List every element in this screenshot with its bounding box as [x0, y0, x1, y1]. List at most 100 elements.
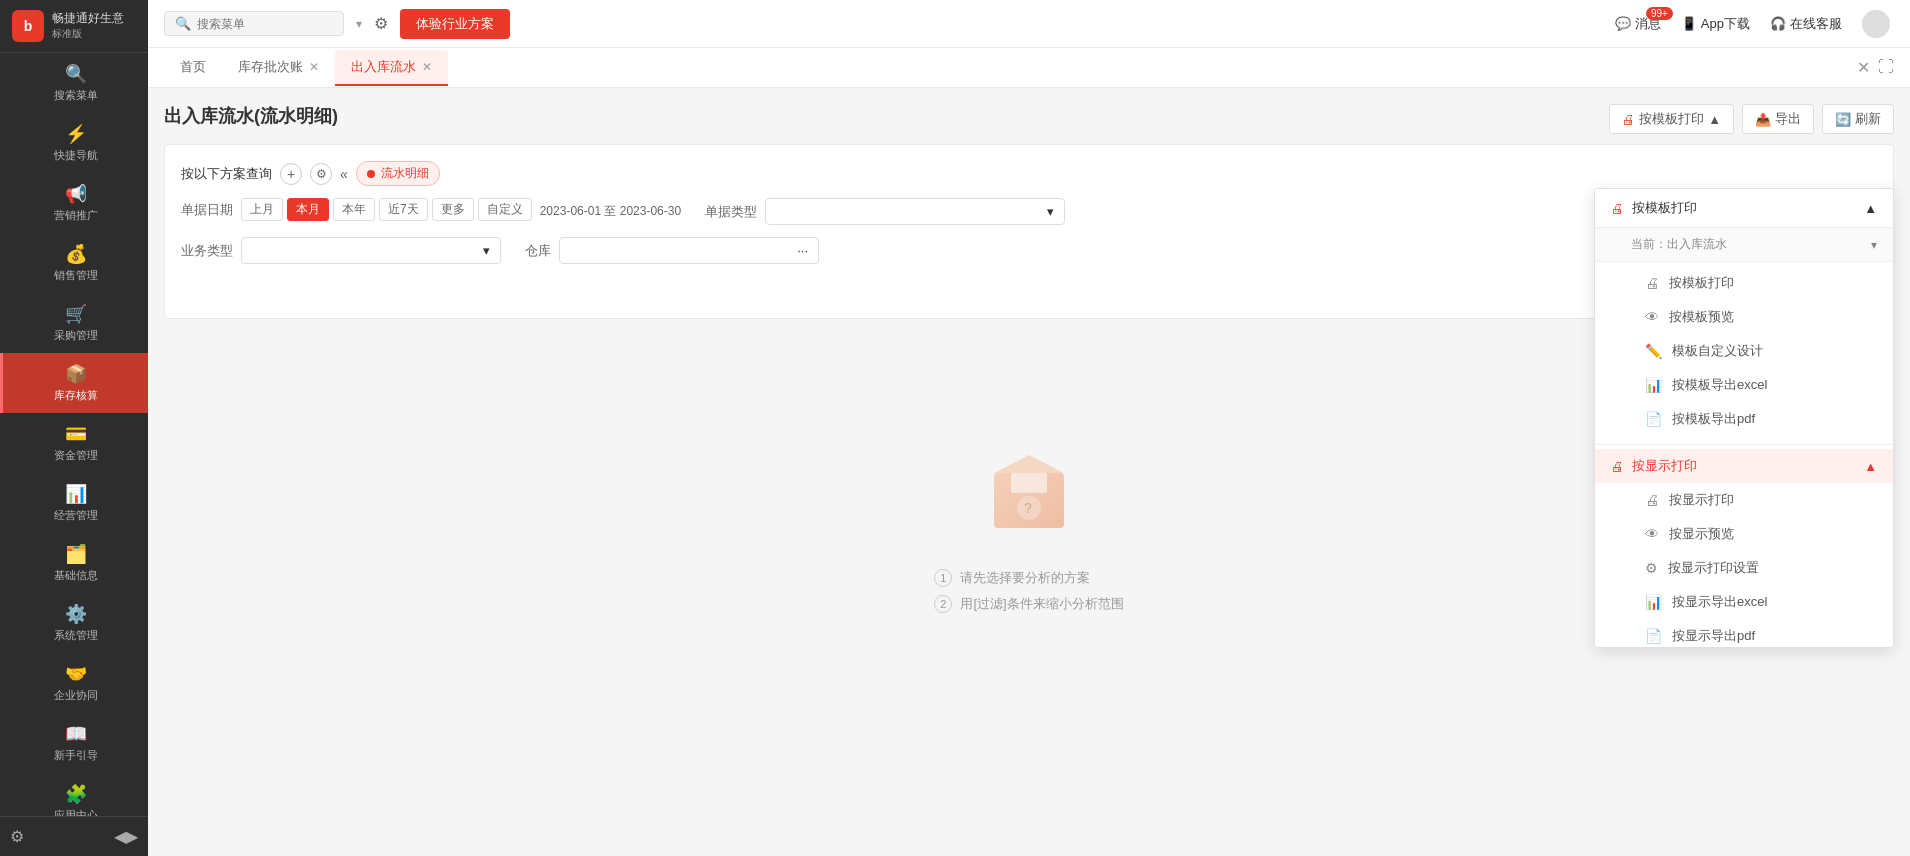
dropdown-item-template-export-excel[interactable]: 📊 按模板导出excel — [1595, 368, 1893, 402]
dropdown-item-label: 按模板打印 — [1669, 274, 1734, 292]
search-icon: 🔍 — [65, 63, 87, 85]
date-btn-more[interactable]: 更多 — [432, 198, 474, 221]
sidebar-item-purchase[interactable]: 🛒 采购管理 — [0, 293, 148, 353]
dropdown-item-display-export-excel[interactable]: 📊 按显示导出excel — [1595, 585, 1893, 619]
sidebar-item-operations[interactable]: 📊 经营管理 — [0, 473, 148, 533]
sidebar-item-search[interactable]: 🔍 搜索菜单 — [0, 53, 148, 113]
tip-text-2: 用[过滤]条件来缩小分析范围 — [960, 595, 1123, 613]
sidebar-item-apps[interactable]: 🧩 应用中心 — [0, 773, 148, 816]
dropdown-item-display-export-pdf[interactable]: 📄 按显示导出pdf — [1595, 619, 1893, 648]
dropdown-display-section-header[interactable]: 🖨 按显示打印 ▲ — [1595, 449, 1893, 483]
empty-tip-2: 2 用[过滤]条件来缩小分析范围 — [934, 595, 1123, 613]
search-input[interactable] — [197, 17, 317, 31]
date-filter-label: 单据日期 — [181, 201, 233, 219]
document-type-select[interactable]: ▾ — [765, 198, 1065, 225]
sidebar-item-basic[interactable]: 🗂️ 基础信息 — [0, 533, 148, 593]
tab-home[interactable]: 首页 — [164, 50, 222, 86]
dropdown-item-label: 按显示预览 — [1669, 525, 1734, 543]
tab-stock-flow[interactable]: 出入库流水 ✕ — [335, 50, 448, 86]
filter-collapse-button[interactable]: « — [340, 166, 348, 182]
message-button[interactable]: 💬 消息 99+ — [1615, 15, 1661, 33]
export-btn[interactable]: 📤 导出 — [1742, 104, 1814, 134]
date-range-display: 2023-06-01 至 2023-06-30 — [540, 203, 681, 220]
settings-bottom-icon[interactable]: ⚙ — [10, 827, 24, 846]
sidebar-item-marketing[interactable]: 📢 营销推广 — [0, 173, 148, 233]
display-print-section-icon: 🖨 — [1611, 459, 1624, 474]
dropdown-title-label: 按模板打印 — [1632, 199, 1697, 217]
sidebar-nav: 🔍 搜索菜单 ⚡ 快捷导航 📢 营销推广 💰 销售管理 🛒 采购管理 📦 — [0, 53, 148, 816]
filter-tag-flow-detail[interactable]: 流水明细 — [356, 161, 440, 186]
dropdown-item-label: 按模板导出excel — [1672, 376, 1767, 394]
dropdown-item-label: 按显示打印设置 — [1668, 559, 1759, 577]
search-chevron-icon[interactable]: ▾ — [356, 17, 362, 31]
current-indicator-chevron: ▾ — [1871, 238, 1877, 252]
sidebar-item-finance[interactable]: 💳 资金管理 — [0, 413, 148, 473]
dropdown-item-display-preview[interactable]: 👁 按显示预览 — [1595, 517, 1893, 551]
date-btn-last-month[interactable]: 上月 — [241, 198, 283, 221]
warehouse-filter-group: 仓库 ··· — [525, 237, 819, 264]
maximize-window-icon[interactable]: ⛶ — [1878, 58, 1894, 77]
user-profile[interactable] — [1862, 10, 1894, 38]
sidebar-item-quick-nav[interactable]: ⚡ 快捷导航 — [0, 113, 148, 173]
dropdown-item-label: 按模板导出pdf — [1672, 410, 1755, 428]
dropdown-item-template-export-pdf[interactable]: 📄 按模板导出pdf — [1595, 402, 1893, 436]
warehouse-more-icon: ··· — [797, 243, 808, 258]
customer-service-button[interactable]: 🎧 在线客服 — [1770, 15, 1842, 33]
topbar-search-box[interactable]: 🔍 — [164, 11, 344, 36]
collapse-sidebar-icon[interactable]: ◀▶ — [114, 827, 138, 846]
svg-marker-1 — [994, 455, 1064, 473]
filter-header: 按以下方案查询 + ⚙ « 流水明细 — [181, 161, 1877, 186]
business-type-select[interactable]: ▾ — [241, 237, 501, 264]
topbar-settings-icon[interactable]: ⚙ — [374, 14, 388, 33]
cart-icon: 🛒 — [65, 303, 87, 325]
lightning-icon: ⚡ — [65, 123, 87, 145]
puzzle-icon: 🧩 — [65, 783, 87, 805]
dropdown-item-label: 模板自定义设计 — [1672, 342, 1763, 360]
sidebar-item-guide[interactable]: 📖 新手引导 — [0, 713, 148, 773]
sidebar-item-enterprise[interactable]: 🤝 企业协同 — [0, 653, 148, 713]
dropdown-current-indicator: 当前：出入库流水 ▾ — [1595, 228, 1893, 262]
box-icon: 📦 — [65, 363, 87, 385]
date-btn-current-month[interactable]: 本月 — [287, 198, 329, 221]
tab-stock-flow-close[interactable]: ✕ — [422, 60, 432, 74]
dropdown-item-template-print[interactable]: 🖨 按模板打印 — [1595, 266, 1893, 300]
dropdown-item-display-print-settings[interactable]: ⚙ 按显示打印设置 — [1595, 551, 1893, 585]
app-download-button[interactable]: 📱 App下载 — [1681, 15, 1750, 33]
page-content: 出入库流水(流水明细) 🖨 按模板打印 ▲ 📤 导出 🔄 刷新 — [148, 88, 1910, 856]
dropdown-title-area: 🖨 按模板打印 — [1611, 199, 1697, 217]
template-print-dropdown-btn[interactable]: 🖨 按模板打印 ▲ — [1609, 104, 1734, 134]
date-btn-last-7-days[interactable]: 近7天 — [379, 198, 428, 221]
display-preview-icon: 👁 — [1645, 526, 1659, 542]
sidebar-item-system[interactable]: ⚙️ 系统管理 — [0, 593, 148, 653]
dropdown-item-display-print[interactable]: 🖨 按显示打印 — [1595, 483, 1893, 517]
message-badge: 99+ — [1646, 7, 1673, 20]
filter-tag-dot — [367, 170, 375, 178]
filter-settings-button[interactable]: ⚙ — [310, 163, 332, 185]
dropdown-up-chevron-icon[interactable]: ▲ — [1864, 201, 1877, 216]
date-btn-current-year[interactable]: 本年 — [333, 198, 375, 221]
close-window-icon[interactable]: ✕ — [1857, 58, 1870, 77]
tab-inventory-batch-close[interactable]: ✕ — [309, 60, 319, 74]
tab-inventory-batch[interactable]: 库存批次账 ✕ — [222, 50, 335, 86]
sidebar-item-inventory[interactable]: 📦 库存核算 — [0, 353, 148, 413]
svg-text:?: ? — [1024, 500, 1032, 516]
phone-icon: 📱 — [1681, 16, 1697, 31]
display-settings-icon: ⚙ — [1645, 560, 1658, 576]
filter-add-button[interactable]: + — [280, 163, 302, 185]
svg-rect-2 — [1011, 473, 1047, 493]
headset-icon: 🎧 — [1770, 16, 1786, 31]
chart-icon: 📊 — [65, 483, 87, 505]
date-quick-buttons: 上月 本月 本年 近7天 更多 自定义 — [241, 198, 532, 221]
refresh-btn[interactable]: 🔄 刷新 — [1822, 104, 1894, 134]
trial-button[interactable]: 体验行业方案 — [400, 9, 510, 39]
logo-icon: b — [12, 10, 44, 42]
dropdown-divider — [1595, 444, 1893, 445]
warehouse-select[interactable]: ··· — [559, 237, 819, 264]
dropdown-header: 🖨 按模板打印 ▲ — [1595, 189, 1893, 228]
topbar-right-area: 💬 消息 99+ 📱 App下载 🎧 在线客服 — [1615, 10, 1894, 38]
date-btn-custom[interactable]: 自定义 — [478, 198, 532, 221]
sidebar-item-sales[interactable]: 💰 销售管理 — [0, 233, 148, 293]
dropdown-item-template-custom[interactable]: ✏️ 模板自定义设计 — [1595, 334, 1893, 368]
page-header-actions: 🖨 按模板打印 ▲ 📤 导出 🔄 刷新 — [1609, 104, 1894, 134]
dropdown-item-template-preview[interactable]: 👁 按模板预览 — [1595, 300, 1893, 334]
